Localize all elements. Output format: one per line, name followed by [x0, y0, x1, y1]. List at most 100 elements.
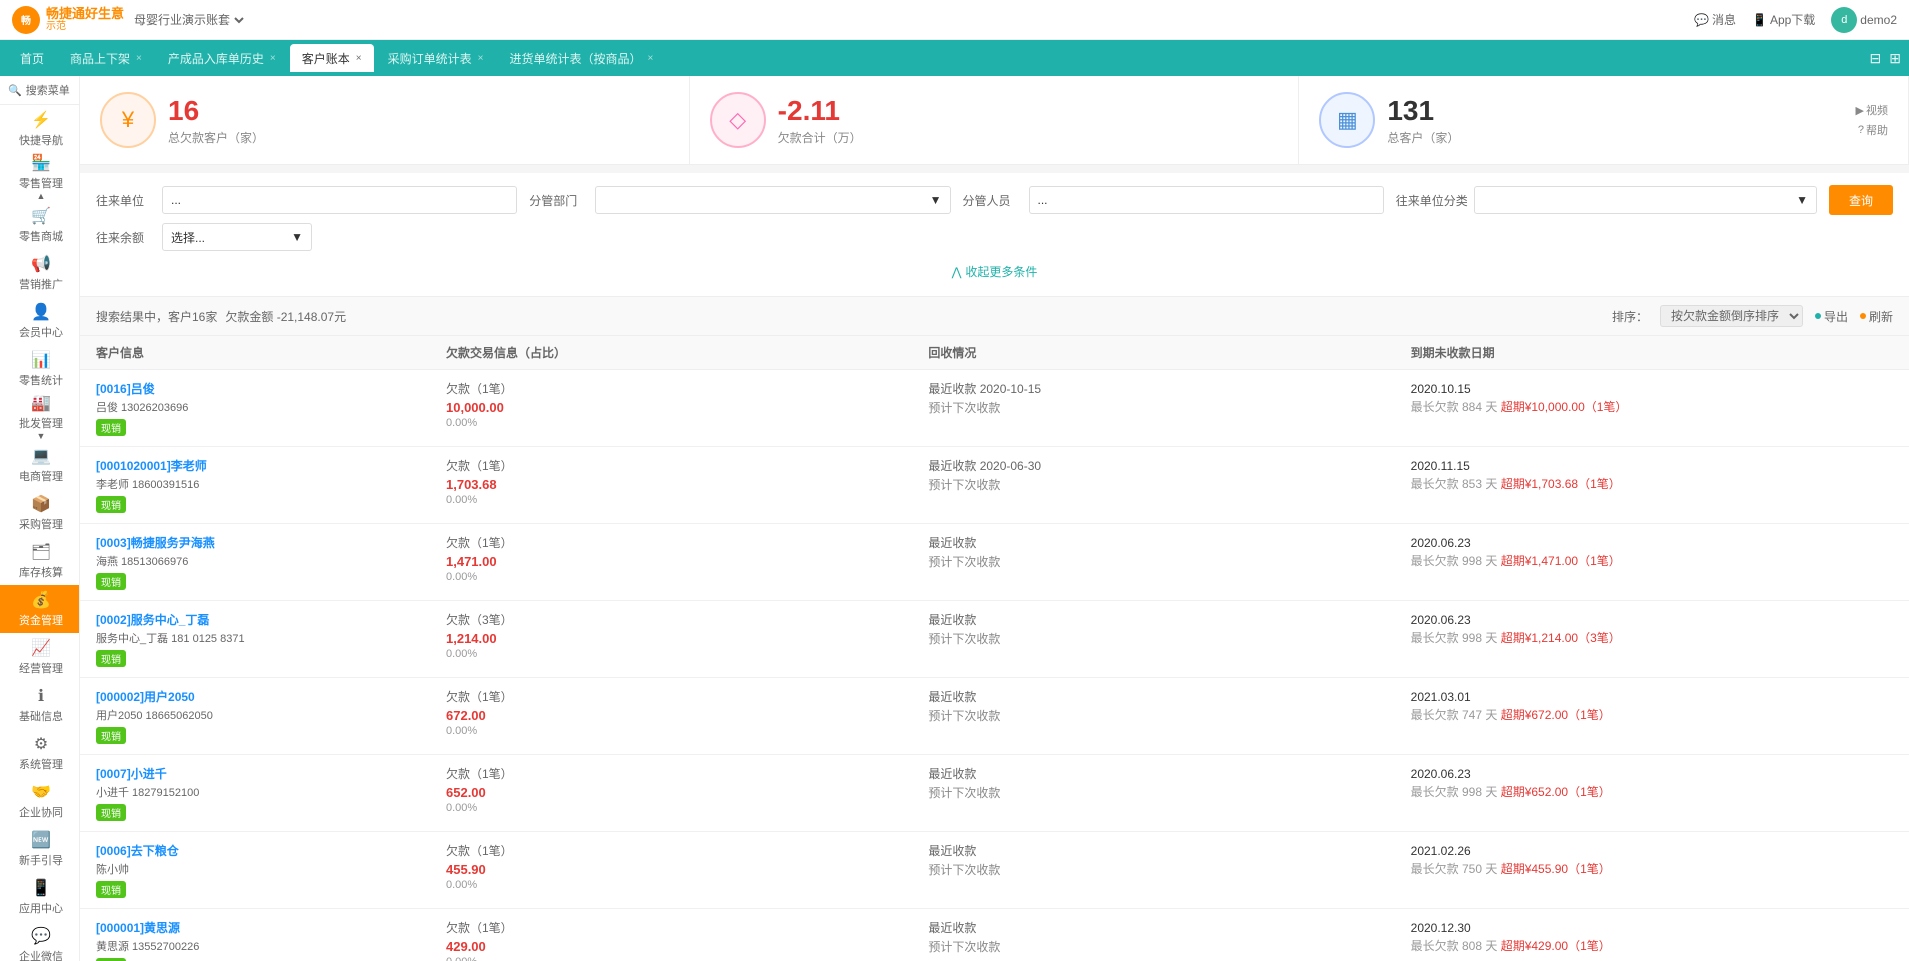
unit-class-select[interactable]: ▼	[1474, 186, 1817, 214]
sidebar-item-retail-stats[interactable]: 📊 零售统计	[0, 345, 79, 393]
close-tab-goods[interactable]: ×	[136, 53, 142, 64]
filter-row-2: 往来余额 选择... ▼	[96, 223, 1893, 251]
stat-icon-diamond: ◇	[710, 92, 766, 148]
sidebar-item-guide[interactable]: 🆕 新手引导	[0, 825, 79, 873]
brand: 畅 畅捷通好生意 示范 母婴行业演示账套	[12, 6, 247, 34]
expand-icon[interactable]: ⊞	[1889, 50, 1901, 67]
debt-info-2: 欠款（1笔） 1,471.00 0.00%	[446, 534, 928, 583]
customer-phone-4: 用户2050 18665062050	[96, 707, 446, 723]
stat-icon-yuan: ¥	[100, 92, 156, 148]
debt-amount-0: 10,000.00	[446, 400, 928, 415]
customer-info-7: [000001]黄思源 黄思源 13552700226 现销	[96, 919, 446, 961]
customer-info-2: [0003]畅捷服务尹海燕 海燕 18513066976 现销	[96, 534, 446, 590]
video-icon: ▶	[1856, 104, 1864, 117]
sort-select[interactable]: 按欠款金额倒序排序	[1660, 305, 1803, 327]
debt-info-6: 欠款（1笔） 455.90 0.00%	[446, 842, 928, 891]
sidebar-item-business[interactable]: 📈 经营管理	[0, 633, 79, 681]
overdue-date-1: 2020.11.15	[1411, 459, 1893, 473]
overdue-date-3: 2020.06.23	[1411, 613, 1893, 627]
source-unit-input[interactable]: ...	[162, 186, 517, 214]
industry-select[interactable]: 母婴行业演示账套	[130, 12, 247, 28]
sidebar-item-system[interactable]: ⚙ 系统管理	[0, 729, 79, 777]
debt-amount-7: 429.00	[446, 939, 928, 954]
sidebar-item-retail-mall[interactable]: 🛒 零售商城	[0, 201, 79, 249]
filter-balance: 往来余额 选择... ▼	[96, 223, 416, 251]
sidebar-item-quick-nav[interactable]: ⚡ 快捷导航	[0, 105, 79, 153]
wechat-icon: 💬	[31, 926, 51, 946]
query-button[interactable]: 查询	[1829, 185, 1893, 215]
customer-id-link-1[interactable]: [0001020001]李老师	[96, 459, 207, 473]
debt-count-0: 欠款（1笔）	[446, 380, 928, 397]
overdue-days-4: 最长欠款 747 天 超期¥672.00（1笔）	[1411, 706, 1893, 723]
tab-goods[interactable]: 商品上下架 ×	[58, 44, 154, 72]
debt-count-4: 欠款（1笔）	[446, 688, 928, 705]
overdue-days-2: 最长欠款 998 天 超期¥1,471.00（1笔）	[1411, 552, 1893, 569]
refresh-dot	[1860, 313, 1866, 319]
sidebar-item-retail-mgmt[interactable]: 🏪 零售管理 ▲	[0, 153, 79, 201]
result-bar: 搜索结果中，客户16家 欠款金额 -21,148.07元 排序： 按欠款金额倒序…	[80, 296, 1909, 336]
balance-select[interactable]: 选择... ▼	[162, 223, 312, 251]
sidebar-item-marketing[interactable]: 📢 营销推广	[0, 249, 79, 297]
overdue-info-0: 2020.10.15 最长欠款 884 天 超期¥10,000.00（1笔）	[1411, 380, 1893, 415]
stat-number-total: 131	[1387, 95, 1459, 127]
sidebar-item-enterprise-collab[interactable]: 🤝 企业协同	[0, 777, 79, 825]
tab-production[interactable]: 产成品入库单历史 ×	[156, 44, 288, 72]
tab-inbound-stats[interactable]: 进货单统计表（按商品） ×	[497, 44, 665, 72]
return-next-3: 预计下次收款	[928, 630, 1410, 647]
sidebar-item-ecommerce[interactable]: 💻 电商管理	[0, 441, 79, 489]
return-next-0: 预计下次收款	[928, 399, 1410, 416]
customer-id-link-2[interactable]: [0003]畅捷服务尹海燕	[96, 536, 215, 550]
tab-purchase-order[interactable]: 采购订单统计表 ×	[376, 44, 496, 72]
overdue-days-6: 最长欠款 750 天 超期¥455.90（1笔）	[1411, 860, 1893, 877]
stat-label-debt-customers: 总欠款客户（家）	[168, 129, 264, 146]
dept-select[interactable]: ▼	[595, 186, 950, 214]
refresh-btn[interactable]: 刷新	[1860, 308, 1893, 325]
app-download-btn[interactable]: 📱 App下载	[1752, 11, 1815, 28]
sidebar-item-app-center[interactable]: 📱 应用中心	[0, 873, 79, 921]
return-next-6: 预计下次收款	[928, 861, 1410, 878]
customer-phone-7: 黄思源 13552700226	[96, 938, 446, 954]
customer-id-link-0[interactable]: [0016]吕俊	[96, 382, 155, 396]
video-btn[interactable]: ▶ 视频	[1856, 102, 1888, 118]
tab-home[interactable]: 首页	[8, 44, 56, 72]
sidebar-item-wechat[interactable]: 💬 企业微信	[0, 921, 79, 961]
customer-id-link-5[interactable]: [0007]小进千	[96, 767, 167, 781]
close-tab-production[interactable]: ×	[270, 53, 276, 64]
sidebar-item-inventory[interactable]: 🗂 库存核算	[0, 537, 79, 585]
tag-xian-1: 现销	[96, 496, 126, 513]
debt-amount-2: 1,471.00	[446, 554, 928, 569]
return-info-7: 最近收款 预计下次收款	[928, 919, 1410, 955]
sidebar-item-finance[interactable]: 💰 资金管理	[0, 585, 79, 633]
stat-info-debt: 16 总欠款客户（家）	[168, 95, 264, 146]
message-btn[interactable]: 💬 消息	[1694, 11, 1736, 28]
tab-customer-account[interactable]: 客户账本 ×	[290, 44, 374, 72]
collapse-button[interactable]: ⋀ 收起更多条件	[96, 259, 1893, 284]
close-tab-inbound[interactable]: ×	[647, 53, 653, 64]
search-menu[interactable]: 🔍 搜索菜单	[0, 76, 79, 105]
close-tab-customer[interactable]: ×	[356, 53, 362, 64]
help-btn[interactable]: ? 帮助	[1858, 122, 1888, 138]
sidebar-item-wholesale[interactable]: 🏭 批发管理 ▼	[0, 393, 79, 441]
sidebar-item-basic-info[interactable]: ℹ 基础信息	[0, 681, 79, 729]
minimize-icon[interactable]: ⊟	[1870, 50, 1882, 67]
sidebar-item-purchase[interactable]: 📦 采购管理	[0, 489, 79, 537]
table-row: [0003]畅捷服务尹海燕 海燕 18513066976 现销 欠款（1笔） 1…	[80, 524, 1909, 601]
export-btn[interactable]: 导出	[1815, 308, 1848, 325]
customer-id-link-3[interactable]: [0002]服务中心_丁磊	[96, 613, 209, 627]
stat-label-debt-amount: 欠款合计（万）	[778, 129, 862, 146]
overdue-amount-6: 超期¥455.90（1笔）	[1501, 862, 1611, 876]
debt-count-1: 欠款（1笔）	[446, 457, 928, 474]
return-next-2: 预计下次收款	[928, 553, 1410, 570]
overdue-days-7: 最长欠款 808 天 超期¥429.00（1笔）	[1411, 937, 1893, 954]
customer-id-link-4[interactable]: [000002]用户2050	[96, 690, 195, 704]
sidebar-item-member[interactable]: 👤 会员中心	[0, 297, 79, 345]
guide-icon: 🆕	[31, 830, 51, 850]
overdue-amount-3: 超期¥1,214.00（3笔）	[1501, 631, 1621, 645]
customer-id-link-6[interactable]: [0006]去下粮仓	[96, 844, 179, 858]
user-avatar[interactable]: d demo2	[1831, 7, 1897, 33]
stats-row: ¥ 16 总欠款客户（家） ◇ -2.11 欠款合计（万） ▦ 131 总客户（…	[80, 76, 1909, 165]
return-recent-3: 最近收款	[928, 611, 1410, 628]
close-tab-purchase[interactable]: ×	[478, 53, 484, 64]
customer-id-link-7[interactable]: [000001]黄思源	[96, 921, 180, 935]
manager-input[interactable]: ...	[1029, 186, 1384, 214]
